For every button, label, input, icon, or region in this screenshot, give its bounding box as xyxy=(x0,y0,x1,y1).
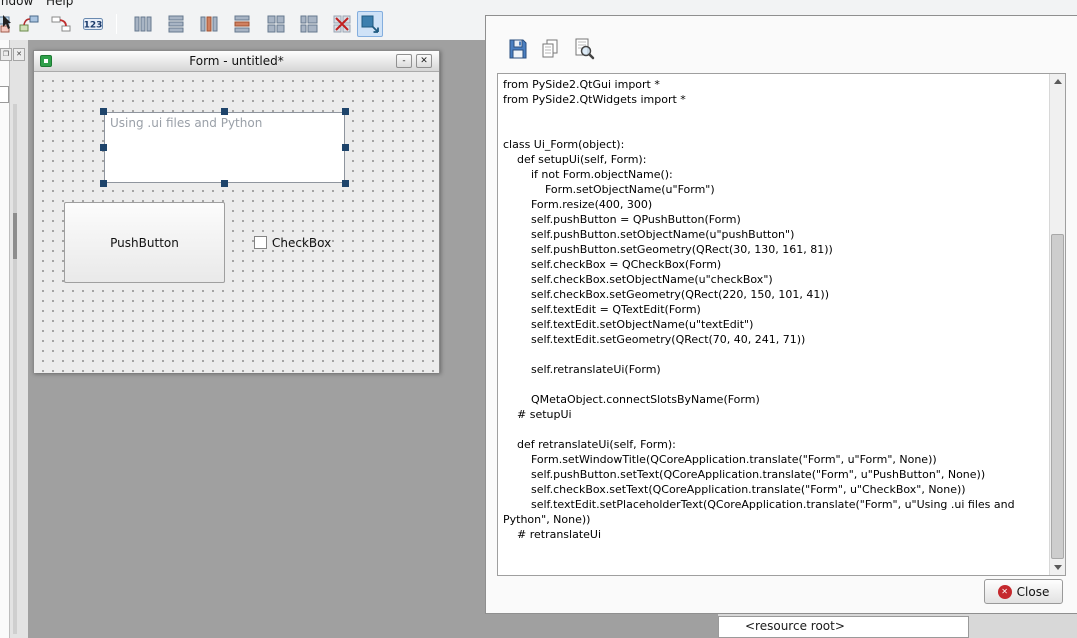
layout-form-icon xyxy=(299,14,319,34)
close-dialog-button[interactable]: ✕ Close xyxy=(984,579,1063,604)
copy-icon xyxy=(539,37,563,61)
copy-button[interactable] xyxy=(537,35,565,63)
resource-root-item[interactable]: <resource root> xyxy=(719,617,968,636)
layout-vertical-button[interactable] xyxy=(163,11,189,37)
textedit-placeholder: Using .ui files and Python xyxy=(110,116,262,130)
edit-widgets-button[interactable] xyxy=(0,11,14,37)
adjust-size-icon xyxy=(359,13,381,35)
layout-horizontal-icon xyxy=(133,14,153,34)
edit-buddies-button[interactable] xyxy=(48,11,74,37)
generated-python-code[interactable]: from PySide2.QtGui import * from PySide2… xyxy=(503,77,1044,572)
code-scrollbar-thumb[interactable] xyxy=(1051,234,1064,559)
edit-tab-order-button[interactable]: 123 xyxy=(80,11,106,37)
layout-horizontal-splitter-button[interactable] xyxy=(196,11,222,37)
toolbar-separator xyxy=(116,14,117,34)
pushbutton-label: PushButton xyxy=(110,236,179,250)
form-canvas[interactable]: Using .ui files and Python PushButton Ch… xyxy=(34,72,439,373)
resource-browser-dock: <resource root> xyxy=(718,614,1077,638)
code-view[interactable]: from PySide2.QtGui import * from PySide2… xyxy=(497,73,1066,576)
menu-help[interactable]: Help xyxy=(46,0,73,8)
left-dock-background xyxy=(0,40,10,638)
dock-close-icon[interactable]: ✕ xyxy=(13,48,25,61)
left-dock-scrollbar-track[interactable] xyxy=(13,104,17,634)
left-dock-panel: ❐ ✕ xyxy=(0,40,28,638)
edit-signals-slots-button[interactable] xyxy=(16,11,42,37)
menubar: Window Help xyxy=(0,0,1077,9)
left-dock-scrollbar-thumb[interactable] xyxy=(13,213,17,259)
code-preview-dialog: from PySide2.QtGui import * from PySide2… xyxy=(485,15,1077,614)
save-button[interactable] xyxy=(504,35,532,63)
edit-tab-order-icon: 123 xyxy=(82,13,104,35)
close-dialog-icon: ✕ xyxy=(998,585,1012,599)
minimize-icon: - xyxy=(402,56,405,66)
edit-widgets-icon xyxy=(0,13,12,35)
layout-grid-button[interactable] xyxy=(263,11,289,37)
find-button[interactable] xyxy=(570,35,598,63)
close-dialog-label: Close xyxy=(1017,585,1050,599)
resource-browser: <resource root> xyxy=(718,616,969,638)
form-designer-window: Form - untitled* - ✕ Using .ui files and… xyxy=(33,50,440,373)
pushbutton-widget[interactable]: PushButton xyxy=(64,202,225,283)
layout-vertical-icon xyxy=(166,14,186,34)
svg-text:123: 123 xyxy=(84,21,103,31)
edit-buddies-icon xyxy=(50,13,72,35)
layout-vertical-splitter-icon xyxy=(232,14,252,34)
break-layout-button[interactable] xyxy=(329,11,355,37)
code-scrollbar[interactable] xyxy=(1049,74,1065,575)
scroll-up-icon[interactable] xyxy=(1050,74,1065,89)
textedit-widget[interactable]: Using .ui files and Python xyxy=(104,112,345,183)
layout-vertical-splitter-button[interactable] xyxy=(229,11,255,37)
close-window-button[interactable]: ✕ xyxy=(416,54,432,68)
form-window-titlebar[interactable]: Form - untitled* - ✕ xyxy=(34,51,439,72)
layout-horizontal-button[interactable] xyxy=(130,11,156,37)
checkbox-label: CheckBox xyxy=(272,236,331,250)
menu-window[interactable]: Window xyxy=(0,0,33,8)
checkbox-widget[interactable]: CheckBox xyxy=(254,222,355,263)
layout-grid-icon xyxy=(266,14,286,34)
adjust-size-button[interactable] xyxy=(357,11,383,37)
break-layout-icon xyxy=(332,14,352,34)
checkbox-indicator[interactable] xyxy=(254,236,267,249)
edit-signals-slots-icon xyxy=(18,13,40,35)
save-icon xyxy=(506,37,530,61)
form-window-title: Form - untitled* xyxy=(34,54,439,68)
layout-form-button[interactable] xyxy=(296,11,322,37)
close-icon: ✕ xyxy=(420,56,428,66)
layout-horizontal-splitter-icon xyxy=(199,14,219,34)
left-dock-input[interactable] xyxy=(0,86,9,103)
dock-float-icon[interactable]: ❐ xyxy=(0,48,12,61)
find-icon xyxy=(572,37,596,61)
scroll-down-icon[interactable] xyxy=(1050,560,1065,575)
minimize-button[interactable]: - xyxy=(396,54,412,68)
